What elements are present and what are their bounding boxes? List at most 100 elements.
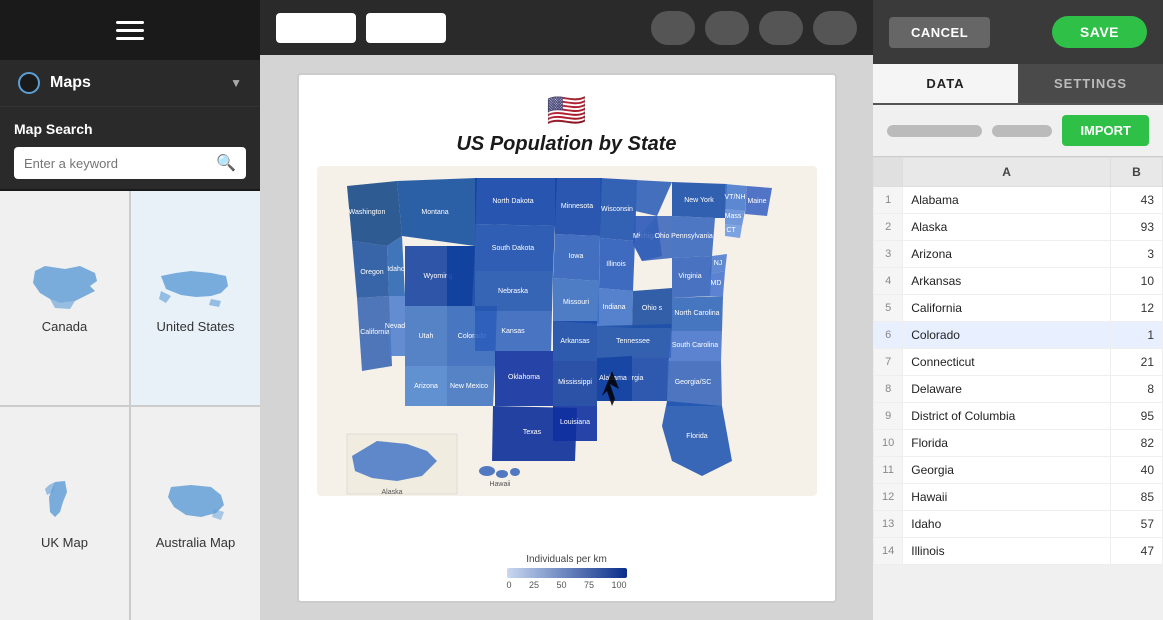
col-header-num [874, 158, 903, 187]
row-value: 1 [1110, 322, 1162, 349]
table-row: 13 Idaho 57 [874, 511, 1163, 538]
row-state: Georgia [903, 457, 1111, 484]
legend-bar [507, 568, 627, 578]
row-value: 10 [1110, 268, 1162, 295]
svg-text:Hawaii: Hawaii [489, 481, 510, 488]
legend-gradient [507, 568, 627, 578]
table-row: 8 Delaware 8 [874, 376, 1163, 403]
chart-flag: 🇺🇸 [547, 91, 587, 129]
tab-data[interactable]: DATA [873, 64, 1018, 103]
map-card-australia[interactable]: Australia Map [131, 407, 260, 620]
toolbar-button-1[interactable] [651, 11, 695, 45]
map-card-uk[interactable]: UK Map [0, 407, 129, 620]
svg-text:Wisconsin: Wisconsin [601, 206, 633, 213]
sidebar: Maps ▼ Map Search 🔍 Canada United States [0, 0, 260, 620]
table-row: 9 District of Columbia 95 [874, 403, 1163, 430]
svg-text:Washington: Washington [348, 209, 385, 216]
table-row: 7 Connecticut 21 [874, 349, 1163, 376]
svg-text:MD: MD [710, 280, 721, 287]
row-value: 43 [1110, 187, 1162, 214]
map-search-title: Map Search [14, 121, 246, 137]
svg-text:Ohio: Ohio [654, 233, 669, 240]
table-row: 10 Florida 82 [874, 430, 1163, 457]
map-card-canada[interactable]: Canada [0, 191, 129, 405]
us-map-svg: Washington Oregon California Montana Ida… [317, 166, 817, 546]
legend-ticks: 0255075100 [507, 580, 627, 590]
row-num: 9 [874, 403, 903, 430]
svg-text:Mass: Mass [724, 213, 741, 220]
row-num: 5 [874, 295, 903, 322]
table-row: 1 Alabama 43 [874, 187, 1163, 214]
row-value: 95 [1110, 403, 1162, 430]
search-input[interactable] [24, 156, 210, 171]
svg-text:VT/NH: VT/NH [724, 194, 745, 201]
svg-text:CT: CT [726, 227, 736, 234]
row-state: Illinois [903, 538, 1111, 565]
row-state: California [903, 295, 1111, 322]
maps-section-header[interactable]: Maps ▼ [0, 60, 260, 107]
svg-text:Louisiana: Louisiana [560, 419, 590, 426]
row-num: 13 [874, 511, 903, 538]
us-map-label: United States [156, 319, 234, 334]
cancel-button[interactable]: CANCEL [889, 17, 990, 48]
svg-text:Oklahoma: Oklahoma [508, 374, 540, 381]
legend-label: Individuals per km [526, 554, 607, 565]
map-card-united-states[interactable]: United States [131, 191, 260, 405]
row-value: 12 [1110, 295, 1162, 322]
uk-map-label: UK Map [41, 535, 88, 550]
chart-title: US Population by State [456, 133, 676, 156]
svg-text:Idaho: Idaho [387, 266, 405, 273]
row-num: 7 [874, 349, 903, 376]
svg-text:New Mexico: New Mexico [449, 383, 487, 390]
toolbar-input-1[interactable] [276, 13, 356, 43]
search-box: 🔍 [14, 147, 246, 179]
col-header-b: B [1110, 158, 1162, 187]
row-state: Arizona [903, 241, 1111, 268]
australia-map-label: Australia Map [156, 535, 235, 550]
state-data-table: A B 1 Alabama 43 2 Alaska 93 3 Arizona 3… [873, 157, 1163, 565]
toolbar-input-2[interactable] [366, 13, 446, 43]
row-num: 8 [874, 376, 903, 403]
panel-body: IMPORT A B 1 Alabama 43 2 Alaska 93 3 Ar… [873, 105, 1163, 620]
svg-text:Arkansas: Arkansas [560, 338, 590, 345]
chevron-down-icon: ▼ [230, 76, 242, 90]
import-button[interactable]: IMPORT [1062, 115, 1149, 146]
us-map-thumbnail [156, 261, 236, 311]
svg-text:Maine: Maine [747, 198, 766, 205]
svg-text:Alaska: Alaska [381, 489, 402, 496]
table-row: 3 Arizona 3 [874, 241, 1163, 268]
row-state: Idaho [903, 511, 1111, 538]
map-chart-container: 🇺🇸 US Population by State Washington Ore… [297, 73, 837, 603]
svg-text:North Carolina: North Carolina [674, 310, 719, 317]
toolbar-button-4[interactable] [813, 11, 857, 45]
map-search-section: Map Search 🔍 [0, 107, 260, 189]
table-row: 11 Georgia 40 [874, 457, 1163, 484]
svg-text:California: California [360, 329, 390, 336]
svg-text:South Carolina: South Carolina [671, 342, 717, 349]
row-state: Colorado [903, 322, 1111, 349]
row-value: 57 [1110, 511, 1162, 538]
canada-map-label: Canada [42, 319, 88, 334]
svg-text:Minnesota: Minnesota [560, 203, 592, 210]
svg-text:Arizona: Arizona [414, 383, 438, 390]
filter-bar-long [887, 125, 982, 137]
row-value: 82 [1110, 430, 1162, 457]
row-value: 85 [1110, 484, 1162, 511]
row-num: 10 [874, 430, 903, 457]
map-display-area: 🇺🇸 US Population by State Washington Ore… [260, 55, 873, 620]
toolbar-button-2[interactable] [705, 11, 749, 45]
toolbar-button-3[interactable] [759, 11, 803, 45]
row-num: 1 [874, 187, 903, 214]
globe-icon [18, 72, 40, 94]
search-icon[interactable]: 🔍 [216, 153, 236, 173]
tab-settings[interactable]: SETTINGS [1018, 64, 1163, 103]
menu-icon[interactable] [116, 21, 144, 40]
svg-text:Florida: Florida [686, 433, 708, 440]
save-button[interactable]: SAVE [1052, 16, 1147, 48]
table-row: 14 Illinois 47 [874, 538, 1163, 565]
row-state: District of Columbia [903, 403, 1111, 430]
table-row: 4 Arkansas 10 [874, 268, 1163, 295]
table-row: 2 Alaska 93 [874, 214, 1163, 241]
main-content: 🇺🇸 US Population by State Washington Ore… [260, 0, 873, 620]
row-value: 21 [1110, 349, 1162, 376]
